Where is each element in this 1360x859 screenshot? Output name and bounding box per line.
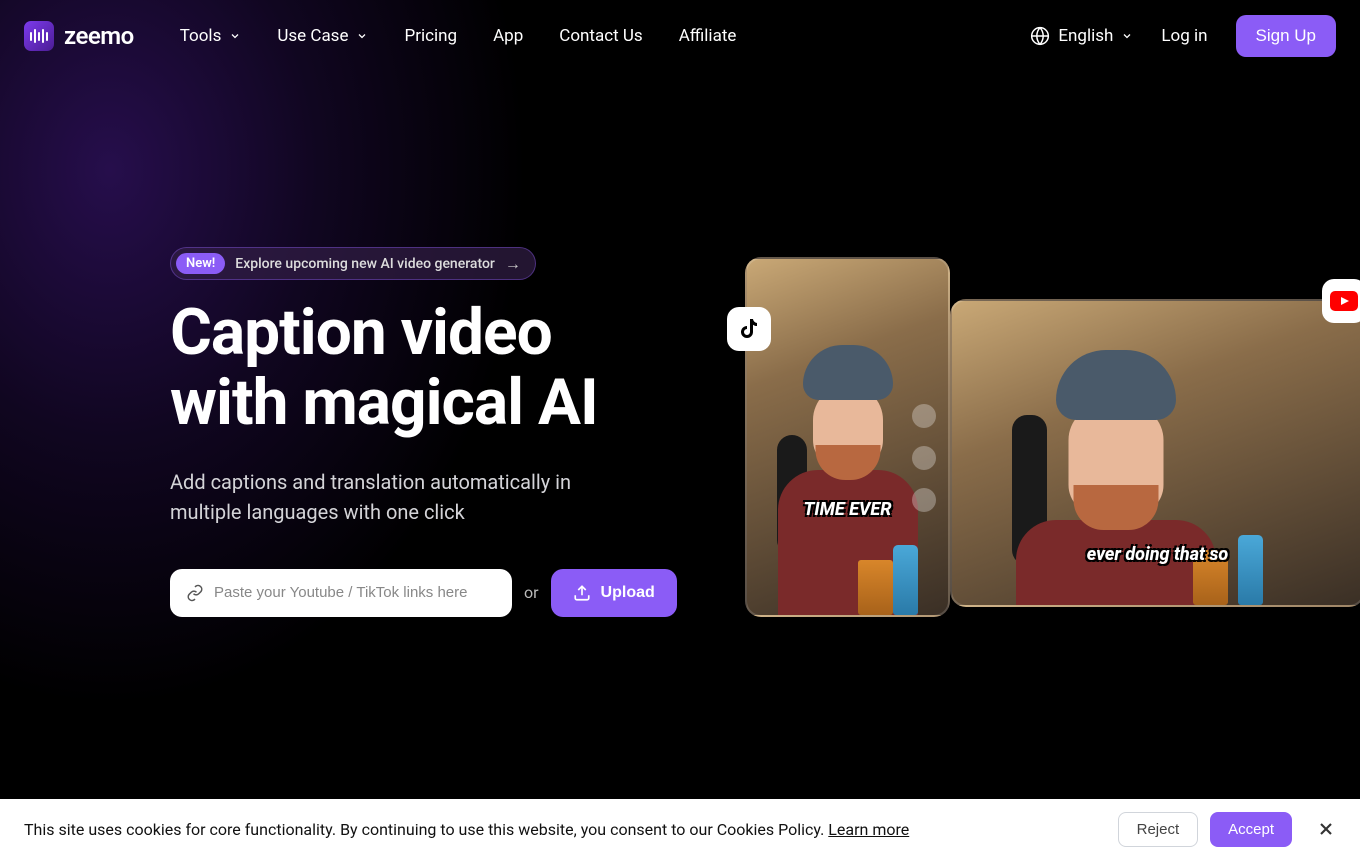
heart-icon: [912, 446, 936, 470]
nav-usecase-label: Use Case: [277, 26, 348, 46]
upload-label: Upload: [601, 584, 655, 602]
caption-portrait: TIME EVER: [804, 499, 892, 520]
badge-pill: New!: [176, 253, 225, 274]
badge-text: Explore upcoming new AI video generator: [235, 256, 495, 272]
url-input[interactable]: [214, 584, 496, 601]
signup-button[interactable]: Sign Up: [1236, 15, 1336, 57]
hero-subtitle: Add captions and translation automatical…: [170, 467, 630, 527]
title-line-2: with magical AI: [170, 368, 690, 438]
cookie-accept-button[interactable]: Accept: [1210, 812, 1292, 847]
cookie-reject-button[interactable]: Reject: [1118, 812, 1199, 847]
nav-affiliate[interactable]: Affiliate: [679, 26, 737, 46]
login-link[interactable]: Log in: [1161, 26, 1207, 46]
cookie-actions: Reject Accept: [1118, 812, 1336, 847]
title-line-1: Caption video: [170, 298, 690, 368]
chevron-down-icon: [1121, 30, 1133, 42]
logo[interactable]: zeemo: [24, 21, 134, 51]
close-icon[interactable]: [1316, 819, 1336, 839]
arrow-right-icon: →: [505, 254, 521, 274]
nav-tools-label: Tools: [180, 26, 222, 46]
new-feature-badge[interactable]: New! Explore upcoming new AI video gener…: [170, 247, 536, 280]
hero-section: New! Explore upcoming new AI video gener…: [0, 247, 1360, 617]
nav-pricing[interactable]: Pricing: [404, 26, 457, 46]
hero-preview: TIME EVER ever doing that so: [730, 247, 1360, 617]
youtube-icon: [1322, 279, 1360, 323]
logo-mark-icon: [24, 21, 54, 51]
nav-affiliate-label: Affiliate: [679, 26, 737, 46]
globe-icon: [1030, 26, 1050, 46]
video-preview-landscape: ever doing that so: [950, 299, 1360, 607]
tiktok-icon: [727, 307, 771, 351]
cookie-learn-more-link[interactable]: Learn more: [828, 820, 909, 839]
cookie-text: This site uses cookies for core function…: [24, 820, 1118, 839]
upload-button[interactable]: Upload: [551, 569, 677, 617]
nav-contact-label: Contact Us: [559, 26, 642, 46]
upload-icon: [573, 584, 591, 602]
hero-title: Caption video with magical AI: [170, 298, 690, 439]
nav-tools[interactable]: Tools: [180, 26, 242, 46]
video-preview-stack: TIME EVER ever doing that so: [730, 257, 1360, 617]
chevron-down-icon: [356, 30, 368, 42]
language-selector[interactable]: English: [1030, 26, 1133, 46]
profile-icon: [912, 404, 936, 428]
header: zeemo Tools Use Case Pricing App Contact…: [0, 0, 1360, 72]
chevron-down-icon: [229, 30, 241, 42]
nav-contact[interactable]: Contact Us: [559, 26, 642, 46]
nav-app-label: App: [493, 26, 523, 46]
caption-landscape: ever doing that so: [1087, 544, 1229, 565]
cookie-consent-bar: This site uses cookies for core function…: [0, 799, 1360, 859]
header-right: English Log in Sign Up: [1030, 15, 1336, 57]
input-row: or Upload: [170, 569, 690, 617]
or-separator: or: [524, 583, 539, 602]
main-nav: Tools Use Case Pricing App Contact Us Af…: [180, 26, 737, 46]
nav-app[interactable]: App: [493, 26, 523, 46]
link-icon: [186, 584, 204, 602]
nav-pricing-label: Pricing: [404, 26, 457, 46]
comment-icon: [912, 488, 936, 512]
url-input-container: [170, 569, 512, 617]
cookie-message: This site uses cookies for core function…: [24, 820, 828, 839]
nav-usecase[interactable]: Use Case: [277, 26, 368, 46]
hero-content: New! Explore upcoming new AI video gener…: [170, 247, 690, 617]
language-label: English: [1058, 26, 1113, 46]
video-preview-portrait: TIME EVER: [745, 257, 950, 617]
brand-name: zeemo: [64, 22, 134, 50]
